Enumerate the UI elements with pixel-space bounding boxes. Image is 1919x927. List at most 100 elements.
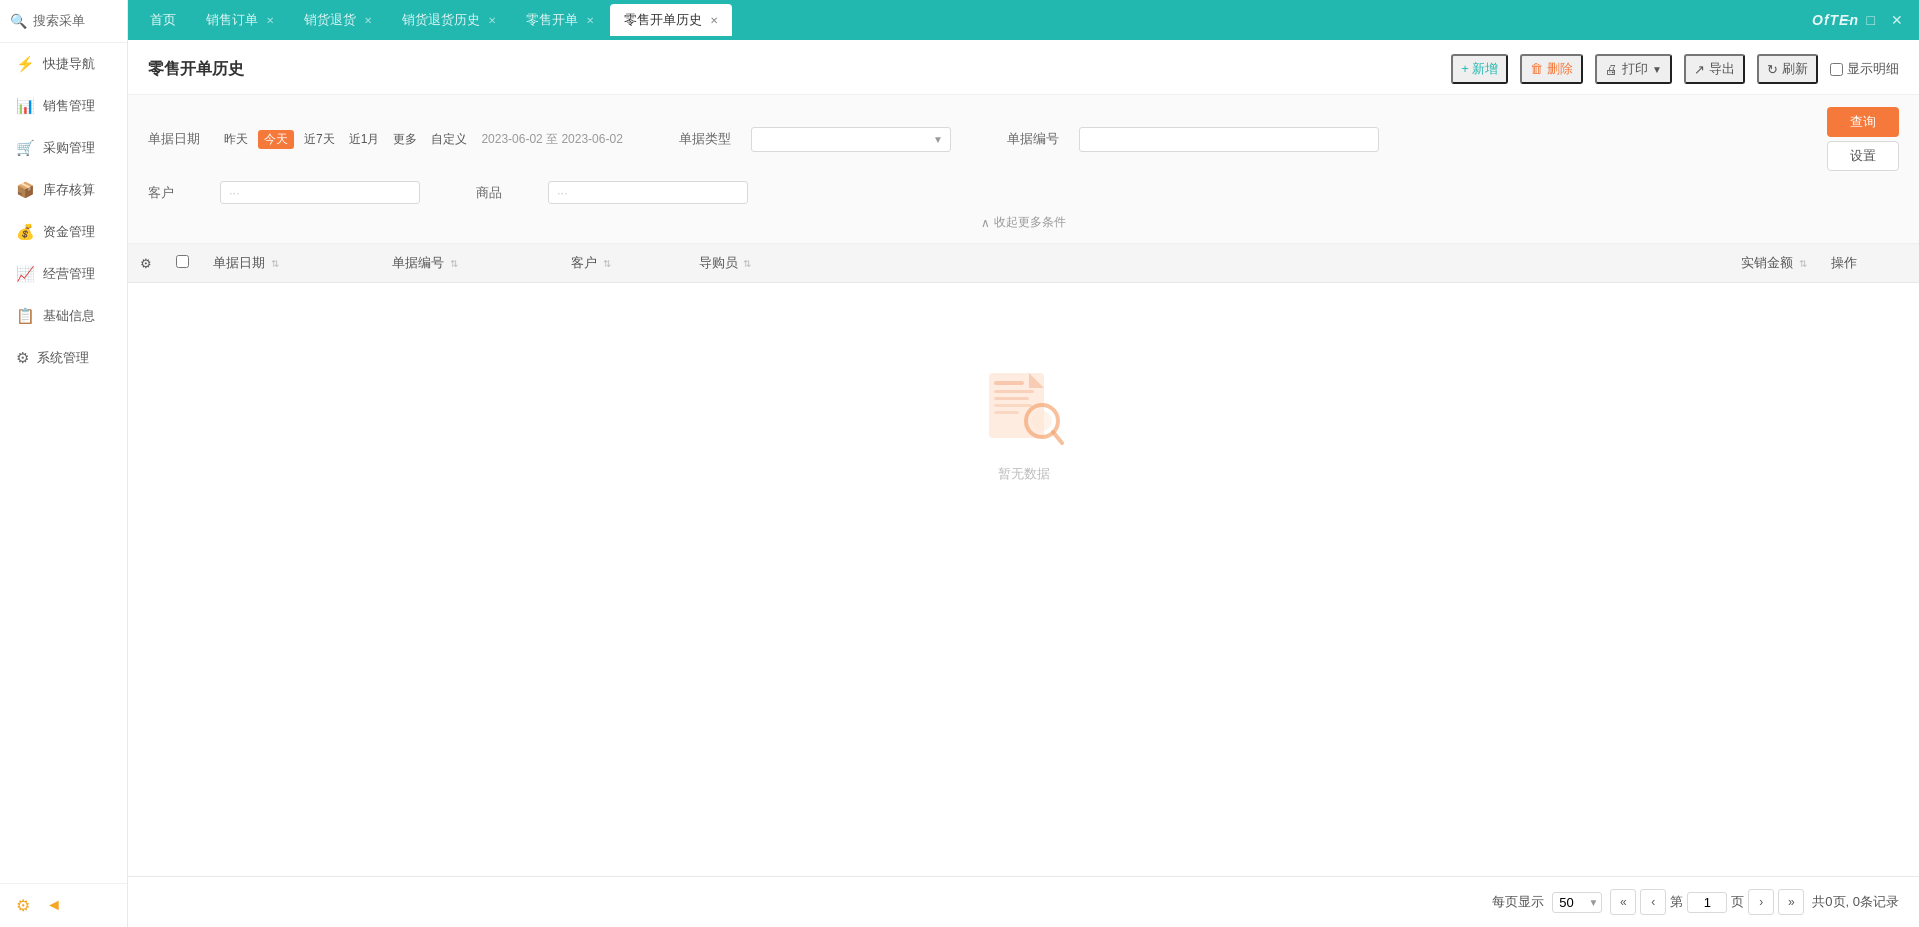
sys-mgmt-icon: ⚙ [16,349,29,367]
th-checkbox[interactable] [164,244,201,283]
first-page-button[interactable]: « [1610,889,1636,915]
guide-sort-icon: ⇅ [743,258,751,269]
tab-retail-open-close[interactable]: ✕ [586,15,594,26]
sidebar-item-label: 基础信息 [43,307,95,325]
doc-type-select-wrapper: ▼ [751,127,951,152]
tab-sales-return[interactable]: 销货退货 ✕ [290,4,386,36]
sidebar-item-basic-info[interactable]: 📋 基础信息 [0,295,127,337]
date-filter-label: 单据日期 [148,130,204,148]
export-icon: ↗ [1694,62,1705,77]
filter-row-2: 客户 ··· 商品 ··· [148,181,1899,204]
th-amount-label: 实销金额 [1741,255,1793,270]
tab-retail-open-history-close[interactable]: ✕ [710,15,718,26]
page-nav: « ‹ 第 页 › » [1610,889,1804,915]
delete-button[interactable]: 🗑 删除 [1520,54,1583,84]
svg-rect-5 [994,411,1019,414]
doc-number-input[interactable] [1079,127,1379,152]
sidebar-item-quick-nav[interactable]: ⚡ 快捷导航 [0,43,127,85]
th-guide[interactable]: 导购员 ⇅ [687,244,840,283]
add-button[interactable]: + 新增 [1451,54,1508,84]
sidebar-item-sales-mgmt[interactable]: 📊 销售管理 [0,85,127,127]
print-button[interactable]: 🖨 🖨 打印 打印 ▼ [1595,54,1672,84]
tab-retail-open[interactable]: 零售开单 ✕ [512,4,608,36]
th-amount[interactable]: 实销金额 ⇅ [1640,244,1819,283]
search-menu[interactable]: 🔍 搜索采单 [0,0,127,43]
collapse-icon: ∧ [981,216,990,230]
sidebar: 🔍 搜索采单 ⚡ 快捷导航 📊 销售管理 🛒 采购管理 📦 库存核算 💰 资金管… [0,0,128,927]
page-size-select[interactable]: 50 10 20 100 [1552,892,1602,913]
sidebar-item-sys-mgmt[interactable]: ⚙ 系统管理 [0,337,127,379]
doc-type-select[interactable] [751,127,951,152]
close-button[interactable]: ✕ [1887,8,1907,32]
tab-retail-open-history[interactable]: 零售开单历史 ✕ [610,4,732,36]
table-settings-icon[interactable]: ⚙ [140,256,152,271]
last1m-shortcut[interactable]: 近1月 [345,130,384,149]
page-input[interactable] [1687,892,1727,913]
tab-sales-order-close[interactable]: ✕ [266,15,274,26]
amount-sort-icon: ⇅ [1799,258,1807,269]
tab-sales-return-close[interactable]: ✕ [364,15,372,26]
date-shortcuts: 昨天 今天 近7天 近1月 更多 自定义 2023-06-02 至 2023-0… [220,130,623,149]
goods-input-wrapper[interactable]: ··· [548,181,748,204]
search-label: 搜索采单 [33,12,85,30]
more-shortcut[interactable]: 更多 [389,130,421,149]
th-date[interactable]: 单据日期 ⇅ [201,244,380,283]
th-number-label: 单据编号 [392,255,444,270]
th-customer[interactable]: 客户 ⇅ [559,244,686,283]
tab-sales-return-history[interactable]: 销货退货历史 ✕ [388,4,510,36]
filter-row-1: 单据日期 昨天 今天 近7天 近1月 更多 自定义 2023-06-02 至 2… [148,107,1899,171]
th-settings[interactable]: ⚙ [128,244,164,283]
sidebar-item-label: 资金管理 [43,223,95,241]
customer-input-wrapper[interactable]: ··· [220,181,420,204]
sidebar-item-label: 经营管理 [43,265,95,283]
settings-footer-icon[interactable]: ⚙ [16,896,30,915]
brand: OfTEn [1812,0,1859,40]
today-shortcut[interactable]: 今天 [258,130,294,149]
last7-shortcut[interactable]: 近7天 [300,130,339,149]
export-button[interactable]: ↗ 导出 [1684,54,1745,84]
show-detail-checkbox[interactable] [1830,63,1843,76]
next-page-button[interactable]: › [1748,889,1774,915]
sidebar-item-label: 销售管理 [43,97,95,115]
select-all-checkbox[interactable] [176,255,189,268]
prev-page-button[interactable]: ‹ [1640,889,1666,915]
maximize-button[interactable]: □ [1863,8,1879,32]
empty-icon [974,363,1074,453]
page-prefix: 第 [1670,893,1683,911]
sales-mgmt-icon: 📊 [16,97,35,115]
svg-rect-2 [994,390,1034,393]
th-action-label: 操作 [1831,255,1857,270]
tab-sales-order-label: 销售订单 [206,11,258,29]
data-table: ⚙ 单据日期 ⇅ 单据编号 ⇅ [128,244,1919,283]
customer-sort-icon: ⇅ [603,258,611,269]
tab-sales-return-history-close[interactable]: ✕ [488,15,496,26]
collapse-button[interactable]: ∧ 收起更多条件 [981,214,1066,231]
customer-label: 客户 [148,184,204,202]
query-button[interactable]: 查询 [1827,107,1899,137]
th-spacer [840,244,1640,283]
collapse-footer-icon[interactable]: ◄ [46,896,62,915]
th-customer-label: 客户 [571,255,597,270]
yesterday-shortcut[interactable]: 昨天 [220,130,252,149]
finance-icon: 💰 [16,223,35,241]
sidebar-item-finance[interactable]: 💰 资金管理 [0,211,127,253]
show-detail-checkbox-label[interactable]: 显示明细 [1830,60,1899,78]
th-action: 操作 [1819,244,1919,283]
tab-retail-open-history-label: 零售开单历史 [624,11,702,29]
tab-sales-order[interactable]: 销售订单 ✕ [192,4,288,36]
custom-shortcut[interactable]: 自定义 [427,130,471,149]
sidebar-item-purchase-mgmt[interactable]: 🛒 采购管理 [0,127,127,169]
sidebar-item-operations[interactable]: 📈 经营管理 [0,253,127,295]
collapse-row: ∧ 收起更多条件 [148,214,1899,231]
tab-home[interactable]: 首页 [136,4,190,36]
print-icon: 🖨 [1605,62,1618,77]
th-number[interactable]: 单据编号 ⇅ [380,244,559,283]
goods-label: 商品 [476,184,532,202]
sidebar-item-inventory[interactable]: 📦 库存核算 [0,169,127,211]
filter-settings-button[interactable]: 设置 [1827,141,1899,171]
doc-type-label: 单据类型 [679,130,735,148]
print-chevron: ▼ [1652,64,1662,75]
last-page-button[interactable]: » [1778,889,1804,915]
collapse-label: 收起更多条件 [994,214,1066,231]
refresh-button[interactable]: ↻ 刷新 [1757,54,1818,84]
